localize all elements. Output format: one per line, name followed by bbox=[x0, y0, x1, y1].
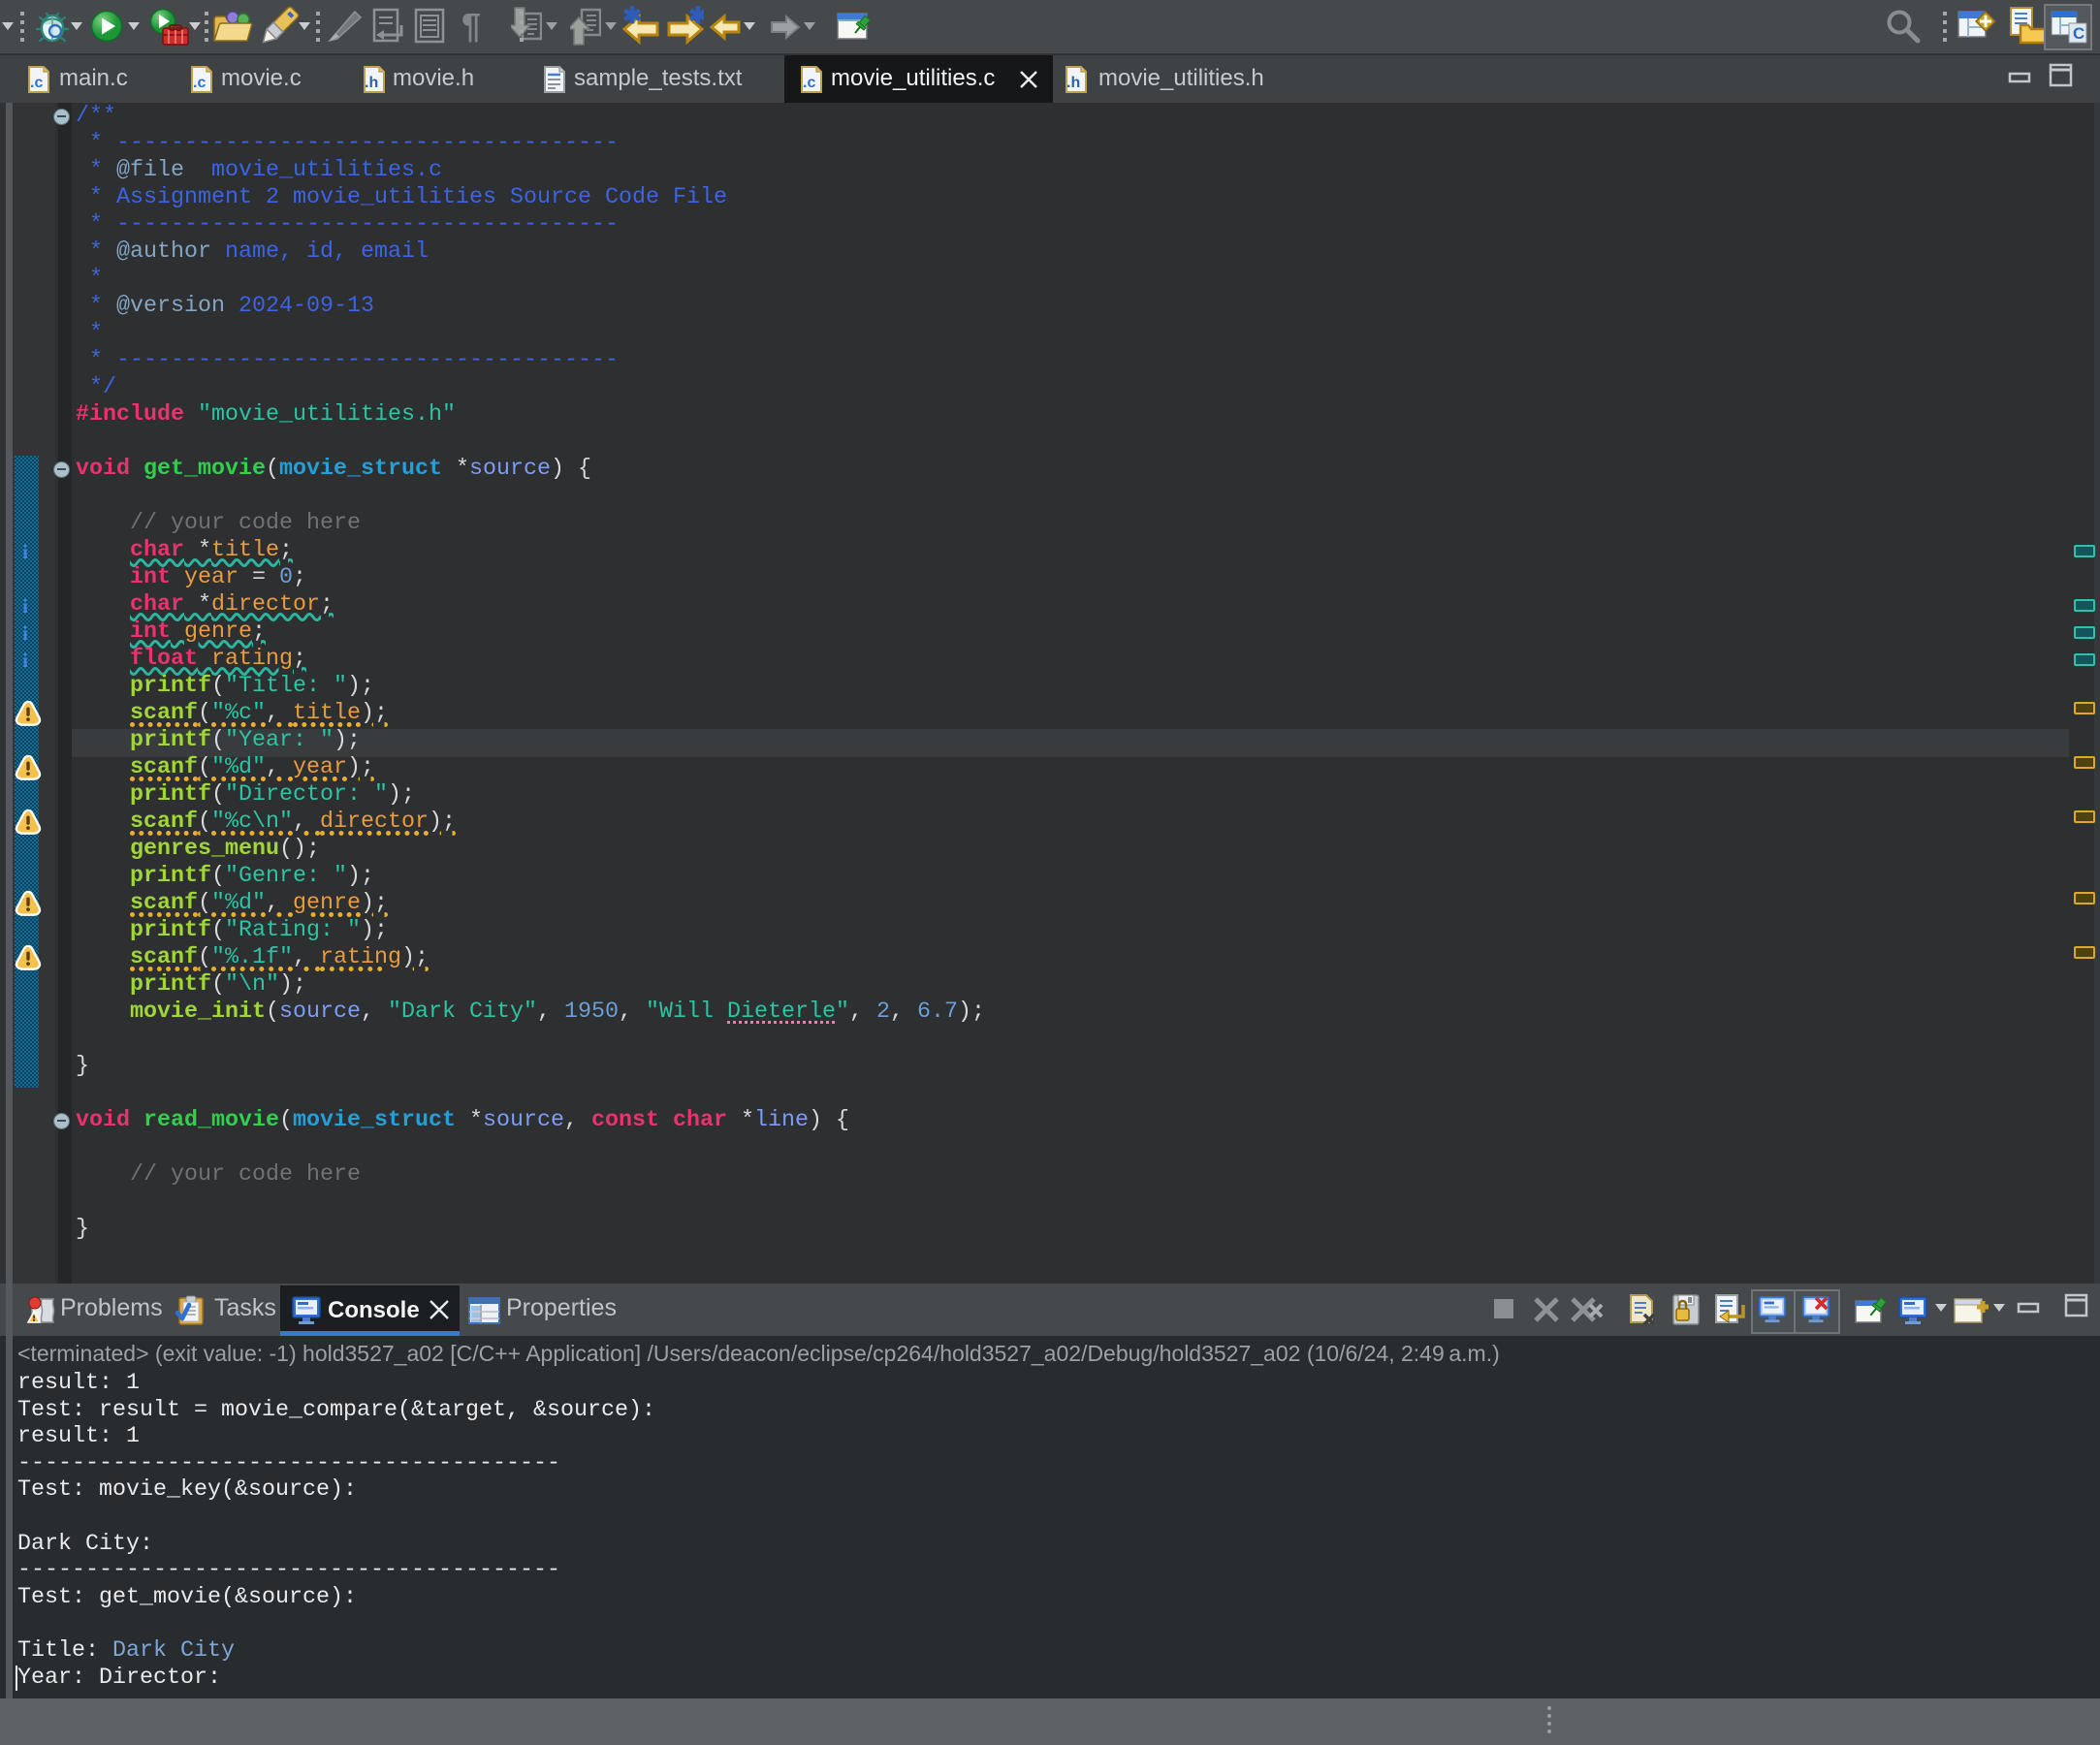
svg-text:.h: .h bbox=[365, 75, 378, 91]
svg-text:.c: .c bbox=[803, 75, 815, 91]
svg-text:C: C bbox=[2073, 24, 2084, 43]
svg-text:.c: .c bbox=[193, 75, 206, 91]
svg-text:✱: ✱ bbox=[622, 6, 642, 29]
svg-text:✱: ✱ bbox=[688, 6, 704, 29]
svg-text:.h: .h bbox=[1066, 75, 1080, 91]
svg-text:.c: .c bbox=[30, 75, 43, 91]
